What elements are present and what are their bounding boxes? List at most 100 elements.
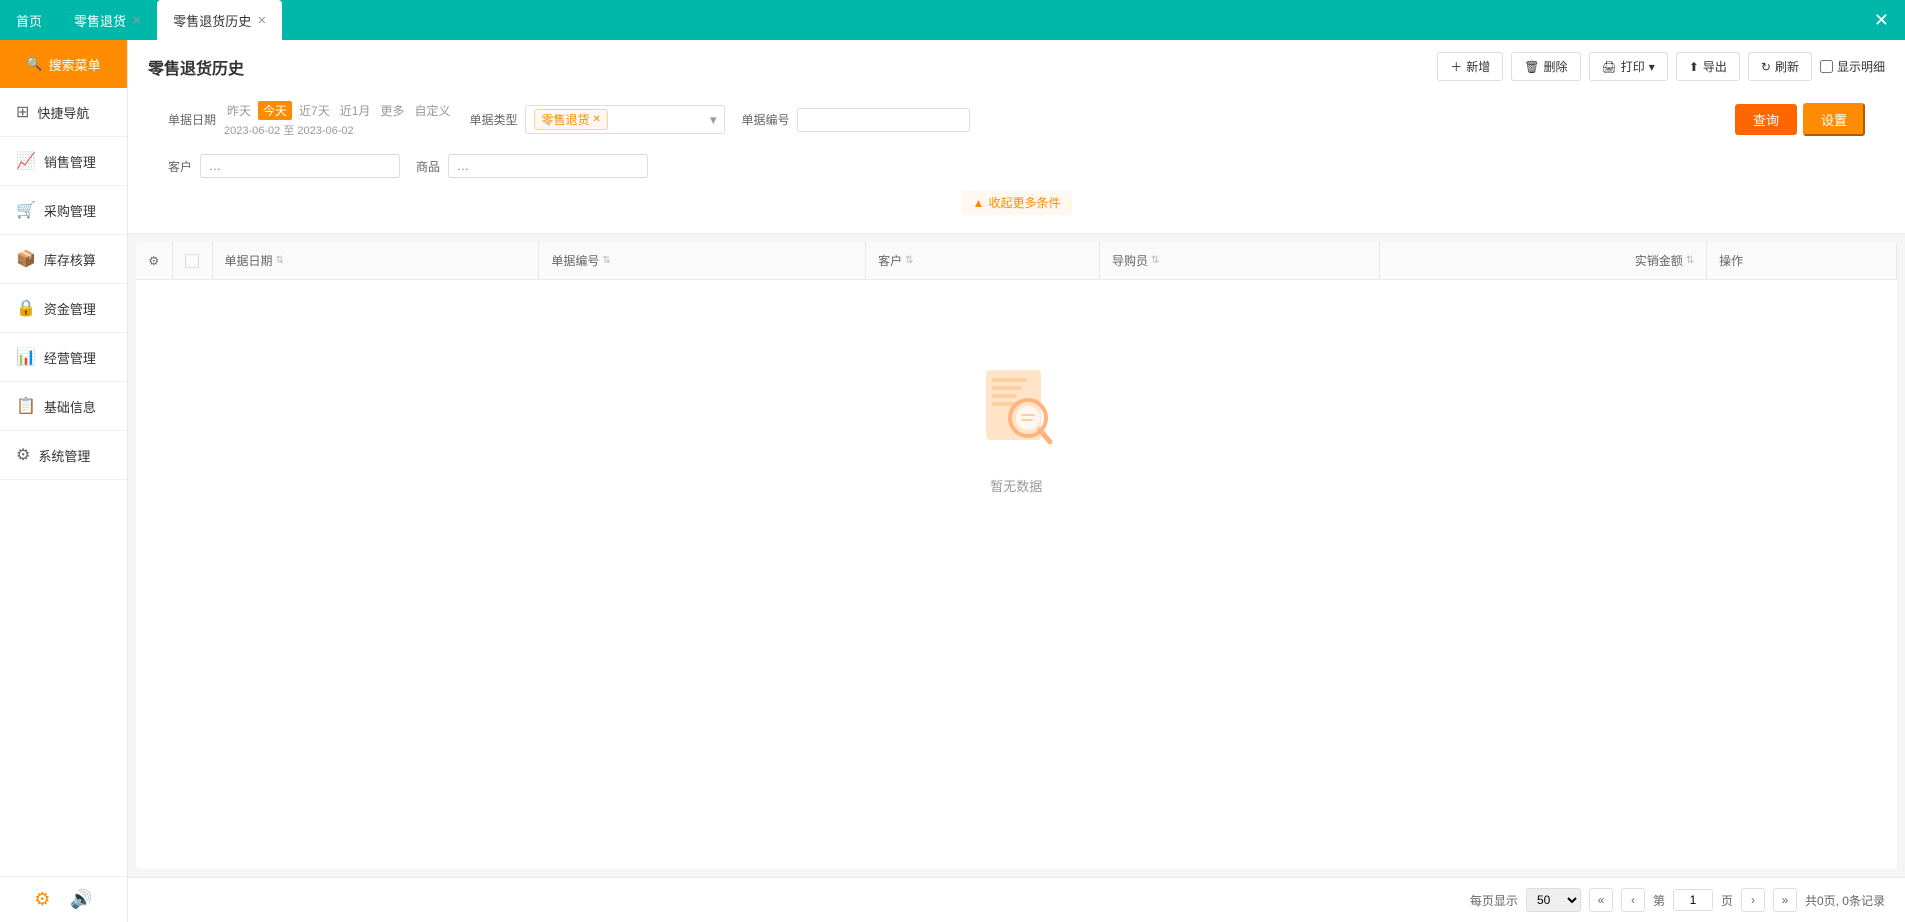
col-guide-sort[interactable]: 导购员 ⇅: [1112, 252, 1367, 269]
export-button-label: 导出: [1703, 58, 1727, 75]
sidebar-item-purchase[interactable]: 🛒 采购管理: [0, 186, 127, 235]
empty-text: 暂无数据: [990, 476, 1042, 495]
date-shortcuts: 昨天 今天 近7天 近1月 更多 自定义 2023-06-02 至 2023-0…: [224, 101, 453, 138]
customer-filter: 客户: [168, 154, 400, 178]
date-7days[interactable]: 近7天: [296, 101, 333, 120]
type-select[interactable]: 零售退货 ✕ ▾: [525, 105, 725, 134]
tab-retail-return-history-close[interactable]: ✕: [257, 14, 266, 27]
page-prefix-label: 第: [1653, 892, 1665, 909]
sidebar-item-system[interactable]: ⚙ 系统管理: [0, 431, 127, 480]
content-area: 零售退货历史 ＋ 新增 🗑 删除 🖨 打印 ▾: [128, 40, 1905, 922]
window-close-button[interactable]: ✕: [1858, 10, 1905, 31]
customer-label: 客户: [168, 158, 192, 175]
collapse-button[interactable]: ▲ 收起更多条件: [961, 190, 1073, 215]
tab-home-label: 首页: [16, 11, 42, 30]
display-toggle-checkbox[interactable]: [1820, 60, 1833, 73]
query-button[interactable]: 查询: [1735, 104, 1797, 135]
sidebar-item-quick-nav-label: 快捷导航: [37, 103, 89, 122]
goods-input[interactable]: [448, 154, 648, 178]
col-ops: 操作: [1707, 242, 1897, 280]
next-page-button[interactable]: ›: [1741, 888, 1765, 912]
col-amount-label: 实销金额: [1635, 252, 1683, 269]
col-customer-label: 客户: [878, 252, 902, 269]
new-button[interactable]: ＋ 新增: [1437, 52, 1503, 81]
tab-retail-return[interactable]: 零售退货 ✕: [58, 0, 157, 40]
order-no-filter: 单据编号: [741, 108, 970, 132]
last-page-button[interactable]: »: [1773, 888, 1797, 912]
type-select-arrow: ▾: [710, 112, 717, 128]
date-today[interactable]: 今天: [258, 101, 292, 120]
query-button-label: 查询: [1753, 113, 1779, 128]
order-no-input[interactable]: [797, 108, 970, 132]
date-more[interactable]: 更多: [377, 101, 407, 120]
sidebar-item-inventory[interactable]: 📦 库存核算: [0, 235, 127, 284]
type-tag-label: 零售退货: [541, 111, 589, 128]
col-amount-sort-icon: ⇅: [1686, 255, 1694, 266]
date-yesterday[interactable]: 昨天: [224, 101, 254, 120]
col-customer-sort[interactable]: 客户 ⇅: [878, 252, 1087, 269]
date-custom[interactable]: 自定义: [411, 101, 453, 120]
tab-home[interactable]: 首页: [0, 0, 58, 40]
col-date-sort[interactable]: 单据日期 ⇅: [225, 252, 527, 269]
type-tag-close[interactable]: ✕: [592, 114, 600, 125]
search-menu-label: 搜索菜单: [49, 55, 101, 74]
order-no-label: 单据编号: [741, 111, 789, 128]
action-buttons: 查询 设置: [1735, 103, 1865, 136]
date-range-display: 2023-06-02 至 2023-06-02: [224, 122, 453, 138]
export-button[interactable]: ⬆ 导出: [1676, 52, 1740, 81]
refresh-icon: ↻: [1761, 60, 1771, 74]
table-settings-icon[interactable]: ⚙: [148, 254, 159, 268]
checkbox-col-header: [172, 242, 212, 280]
page-title: 零售退货历史: [148, 55, 244, 79]
empty-row: 暂无数据: [136, 280, 1897, 576]
customer-input[interactable]: [200, 154, 400, 178]
print-button[interactable]: 🖨 打印 ▾: [1589, 52, 1668, 81]
col-guide-sort-icon: ⇅: [1151, 255, 1159, 266]
new-button-label: 新增: [1466, 58, 1490, 75]
sales-icon: 📈: [16, 151, 36, 171]
sidebar-gear-button[interactable]: ⚙: [34, 889, 50, 910]
sidebar-item-operations[interactable]: 📊 经营管理: [0, 333, 127, 382]
page-number-input[interactable]: [1673, 889, 1713, 911]
empty-illustration: [966, 360, 1066, 460]
prev-page-button[interactable]: ‹: [1621, 888, 1645, 912]
col-ops-label: 操作: [1719, 254, 1743, 268]
sidebar-item-finance[interactable]: 🔒 资金管理: [0, 284, 127, 333]
last-page-icon: »: [1782, 893, 1789, 907]
settings-col-header[interactable]: ⚙: [136, 242, 172, 280]
print-dropdown-icon: ▾: [1649, 60, 1655, 74]
select-all-checkbox[interactable]: [185, 254, 199, 268]
delete-button-label: 删除: [1544, 58, 1568, 75]
page-total-label: 共0页, 0条记录: [1805, 892, 1885, 909]
sidebar-item-sales-label: 销售管理: [44, 152, 96, 171]
display-toggle[interactable]: 显示明细: [1820, 58, 1885, 75]
sidebar-item-basic-info[interactable]: 📋 基础信息: [0, 382, 127, 431]
sidebar-speaker-button[interactable]: 🔊: [70, 889, 92, 910]
tab-retail-return-close[interactable]: ✕: [132, 14, 141, 27]
delete-button[interactable]: 🗑 删除: [1511, 52, 1580, 81]
filter-row-1: 单据日期 昨天 今天 近7天 近1月 更多 自定义 2023-06-02 至 2…: [168, 93, 1865, 146]
first-page-button[interactable]: «: [1589, 888, 1613, 912]
filter-area: 单据日期 昨天 今天 近7天 近1月 更多 自定义 2023-06-02 至 2…: [148, 93, 1885, 233]
filter-row-2: 客户 商品: [168, 146, 1865, 186]
collapse-container: ▲ 收起更多条件: [168, 186, 1865, 225]
col-order-no-sort-icon: ⇅: [602, 255, 610, 266]
operations-icon: 📊: [16, 347, 36, 367]
sidebar: 🔍 搜索菜单 ⊞ 快捷导航 📈 销售管理 🛒 采购管理 📦 库存核算 🔒: [0, 40, 128, 922]
col-order-no-label: 单据编号: [551, 252, 599, 269]
col-order-no-sort[interactable]: 单据编号 ⇅: [551, 252, 853, 269]
plus-icon: ＋: [1450, 58, 1462, 75]
col-amount: 实销金额 ⇅: [1380, 242, 1707, 280]
sidebar-item-sales[interactable]: 📈 销售管理: [0, 137, 127, 186]
sidebar-item-quick-nav[interactable]: ⊞ 快捷导航: [0, 88, 127, 137]
tab-retail-return-history[interactable]: 零售退货历史 ✕: [157, 0, 282, 40]
settings-button[interactable]: 设置: [1803, 103, 1865, 136]
col-date: 单据日期 ⇅: [212, 242, 539, 280]
search-menu-button[interactable]: 🔍 搜索菜单: [0, 40, 127, 88]
refresh-button[interactable]: ↻ 刷新: [1748, 52, 1812, 81]
sidebar-item-system-label: 系统管理: [38, 446, 90, 465]
col-amount-sort[interactable]: 实销金额 ⇅: [1392, 252, 1694, 269]
top-bar: 首页 零售退货 ✕ 零售退货历史 ✕ ✕: [0, 0, 1905, 40]
date-1month[interactable]: 近1月: [337, 101, 374, 120]
per-page-select[interactable]: 10 20 50 100: [1526, 888, 1581, 912]
